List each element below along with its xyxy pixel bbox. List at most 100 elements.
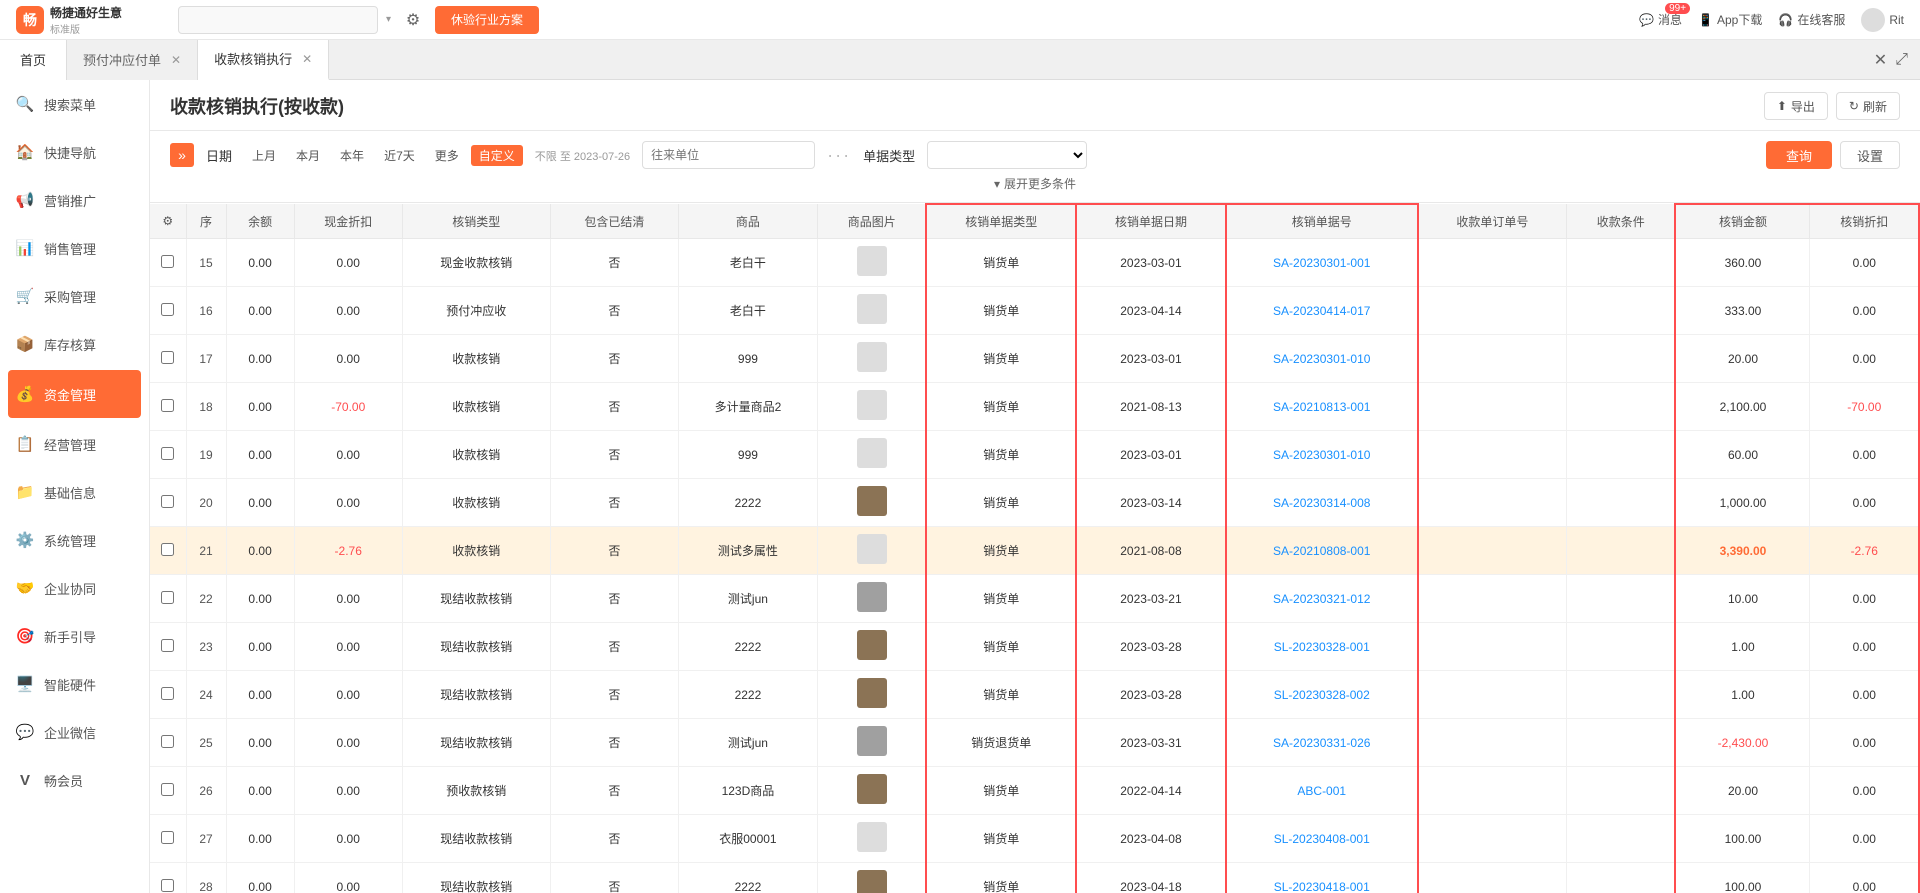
- sidebar-item-marketing[interactable]: 📢 营销推广: [0, 176, 149, 224]
- date-btn-this-month[interactable]: 本月: [288, 145, 328, 166]
- cell-writeoff-doc-no[interactable]: SA-20230301-010: [1226, 335, 1418, 383]
- cell-checkbox[interactable]: [150, 527, 186, 575]
- date-btn-this-year[interactable]: 本年: [332, 145, 372, 166]
- cell-writeoff-doc-no[interactable]: ABC-001: [1226, 767, 1418, 815]
- cell-balance: 0.00: [226, 383, 294, 431]
- sidebar-item-finance[interactable]: 💰 资金管理: [8, 370, 141, 418]
- cell-checkbox[interactable]: [150, 383, 186, 431]
- cell-writeoff-amount: 100.00: [1675, 863, 1810, 893]
- tab-close-all-btn[interactable]: ✕: [1874, 50, 1887, 70]
- doc-no-link[interactable]: SA-20230414-017: [1273, 304, 1370, 318]
- cell-writeoff-doc-no[interactable]: SL-20230408-001: [1226, 815, 1418, 863]
- cell-checkbox[interactable]: [150, 431, 186, 479]
- cell-checkbox[interactable]: [150, 287, 186, 335]
- cell-checkbox[interactable]: [150, 719, 186, 767]
- doc-no-link[interactable]: SA-20230301-001: [1273, 256, 1370, 270]
- search-input[interactable]: [178, 6, 378, 34]
- refresh-button[interactable]: ↻ 刷新: [1836, 92, 1900, 120]
- data-table: ⚙ 序 余额 现金折扣 核销类型 包含已结清 商品 商品图片 核销单据类型 核销…: [150, 203, 1920, 893]
- cell-writeoff-doc-date: 2023-03-01: [1076, 335, 1226, 383]
- cell-checkbox[interactable]: [150, 671, 186, 719]
- tab-writeoff-close[interactable]: ✕: [302, 52, 312, 66]
- sidebar-item-basic[interactable]: 📁 基础信息: [0, 468, 149, 516]
- solution-button[interactable]: 休验行业方案: [435, 6, 539, 34]
- table-settings-button[interactable]: 设置: [1840, 141, 1900, 169]
- cell-checkbox[interactable]: [150, 335, 186, 383]
- cell-checkbox[interactable]: [150, 815, 186, 863]
- cell-writeoff-doc-date: 2023-04-14: [1076, 287, 1226, 335]
- cell-checkbox[interactable]: [150, 479, 186, 527]
- tab-prepay[interactable]: 预付冲应付单 ✕: [67, 40, 198, 80]
- cell-writeoff-doc-no[interactable]: SA-20230321-012: [1226, 575, 1418, 623]
- sidebar-item-guide[interactable]: 🎯 新手引导: [0, 612, 149, 660]
- online-service-btn[interactable]: 🎧 在线客服: [1778, 11, 1845, 28]
- message-btn[interactable]: 💬 消息 99+: [1639, 11, 1682, 28]
- sidebar-item-collab[interactable]: 🤝 企业协同: [0, 564, 149, 612]
- expand-more-button[interactable]: ▾ 展开更多条件: [994, 175, 1076, 192]
- doc-no-link[interactable]: SA-20230321-012: [1273, 592, 1370, 606]
- doc-no-link[interactable]: SL-20230408-001: [1274, 832, 1370, 846]
- col-cash-discount: 现金折扣: [294, 204, 402, 239]
- doc-no-link[interactable]: SL-20230328-002: [1274, 688, 1370, 702]
- cell-cash-discount: 0.00: [294, 623, 402, 671]
- cell-writeoff-doc-no[interactable]: SL-20230328-001: [1226, 623, 1418, 671]
- sidebar-label-operation: 经营管理: [44, 435, 96, 454]
- date-label: 日期: [206, 146, 232, 165]
- col-settings[interactable]: ⚙: [150, 204, 186, 239]
- cell-balance: 0.00: [226, 431, 294, 479]
- tab-writeoff[interactable]: 收款核销执行 ✕: [198, 40, 329, 80]
- doc-no-link[interactable]: SA-20210813-001: [1273, 400, 1370, 414]
- sidebar-item-sales[interactable]: 📊 销售管理: [0, 224, 149, 272]
- date-btn-7days[interactable]: 近7天: [376, 145, 423, 166]
- filter-expand-button[interactable]: »: [170, 143, 194, 167]
- doc-no-link[interactable]: SL-20230328-001: [1274, 640, 1370, 654]
- doc-no-link[interactable]: SA-20230301-010: [1273, 352, 1370, 366]
- cell-receipt-order-no: [1418, 479, 1567, 527]
- cell-writeoff-doc-no[interactable]: SL-20230328-002: [1226, 671, 1418, 719]
- doc-no-link[interactable]: SA-20210808-001: [1273, 544, 1370, 558]
- cell-writeoff-doc-no[interactable]: SA-20210808-001: [1226, 527, 1418, 575]
- tab-expand-btn[interactable]: ⤢: [1895, 51, 1908, 69]
- cell-writeoff-doc-no[interactable]: SA-20230414-017: [1226, 287, 1418, 335]
- date-btn-more[interactable]: 更多: [427, 145, 467, 166]
- cell-checkbox[interactable]: [150, 863, 186, 893]
- cell-checkbox[interactable]: [150, 239, 186, 287]
- sidebar-item-inventory[interactable]: 📦 库存核算: [0, 320, 149, 368]
- sidebar-item-wechat[interactable]: 💬 企业微信: [0, 708, 149, 756]
- cell-writeoff-doc-no[interactable]: SA-20210813-001: [1226, 383, 1418, 431]
- cell-writeoff-type: 现结收款核销: [402, 719, 550, 767]
- date-btn-last-month[interactable]: 上月: [244, 145, 284, 166]
- cell-writeoff-doc-no[interactable]: SA-20230301-001: [1226, 239, 1418, 287]
- sidebar-item-system[interactable]: ⚙️ 系统管理: [0, 516, 149, 564]
- user-btn[interactable]: Rit: [1861, 8, 1904, 32]
- settings-icon[interactable]: ⚙: [399, 6, 427, 34]
- sidebar-item-hardware[interactable]: 🖥️ 智能硬件: [0, 660, 149, 708]
- doc-no-link[interactable]: SL-20230418-001: [1274, 880, 1370, 893]
- doc-no-link[interactable]: SA-20230331-026: [1273, 736, 1370, 750]
- sidebar-item-nav[interactable]: 🏠 快捷导航: [0, 128, 149, 176]
- tab-prepay-close[interactable]: ✕: [171, 53, 181, 67]
- sidebar-item-search[interactable]: 🔍 搜索菜单: [0, 80, 149, 128]
- cell-writeoff-doc-no[interactable]: SA-20230301-010: [1226, 431, 1418, 479]
- date-btn-custom[interactable]: 自定义: [471, 145, 523, 166]
- doc-no-link[interactable]: SA-20230301-010: [1273, 448, 1370, 462]
- doc-no-link[interactable]: ABC-001: [1297, 784, 1346, 798]
- doc-type-select[interactable]: [927, 141, 1087, 169]
- cell-checkbox[interactable]: [150, 767, 186, 815]
- sidebar-item-vip[interactable]: V 畅会员: [0, 756, 149, 804]
- cell-writeoff-doc-no[interactable]: SL-20230418-001: [1226, 863, 1418, 893]
- cell-checkbox[interactable]: [150, 623, 186, 671]
- tab-home[interactable]: 首页: [0, 40, 67, 80]
- cell-writeoff-discount: 0.00: [1810, 239, 1919, 287]
- from-unit-input[interactable]: [642, 141, 815, 169]
- cell-writeoff-doc-no[interactable]: SA-20230331-026: [1226, 719, 1418, 767]
- app-download-btn[interactable]: 📱 App下载: [1698, 11, 1762, 28]
- cell-writeoff-doc-type: 销货单: [926, 479, 1076, 527]
- sidebar-item-purchase[interactable]: 🛒 采购管理: [0, 272, 149, 320]
- cell-writeoff-doc-no[interactable]: SA-20230314-008: [1226, 479, 1418, 527]
- doc-no-link[interactable]: SA-20230314-008: [1273, 496, 1370, 510]
- cell-checkbox[interactable]: [150, 575, 186, 623]
- export-button[interactable]: ⬆ 导出: [1764, 92, 1828, 120]
- query-button[interactable]: 查询: [1766, 141, 1832, 169]
- sidebar-item-operation[interactable]: 📋 经营管理: [0, 420, 149, 468]
